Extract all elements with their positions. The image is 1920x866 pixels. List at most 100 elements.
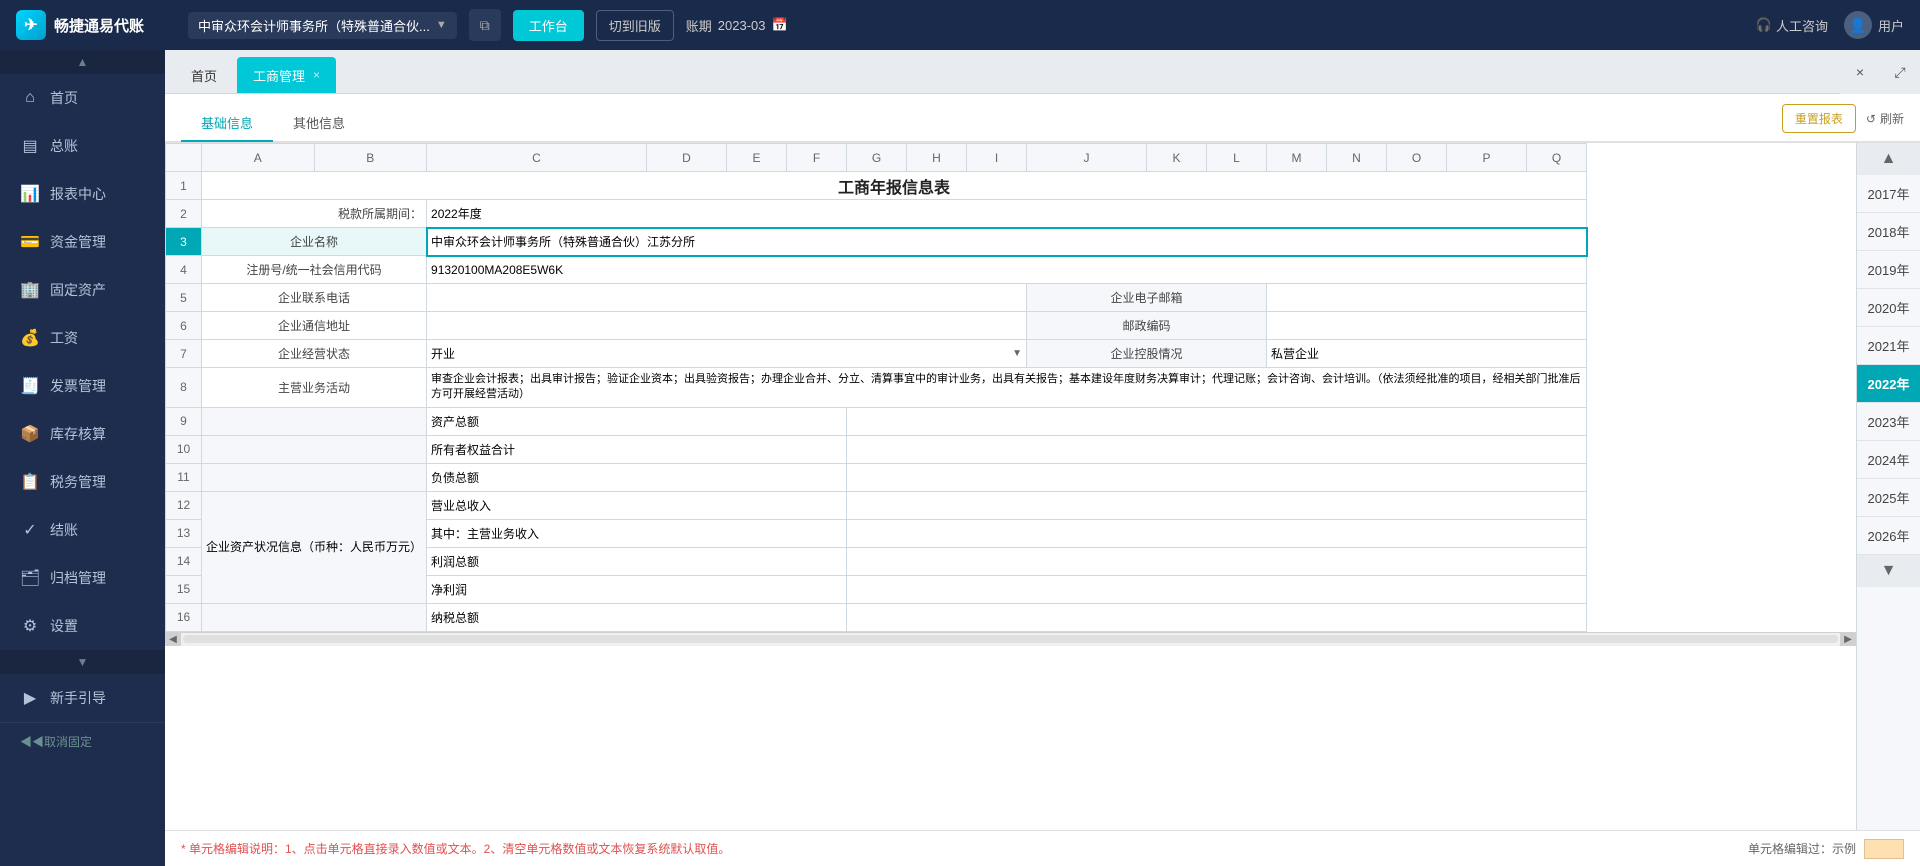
sidebar-item-fund[interactable]: 💳 资金管理 (0, 218, 165, 266)
sidebar-label-tax: 税务管理 (50, 472, 106, 492)
col-header-p: P (1447, 144, 1527, 172)
company-name: 中审众环会计师事务所（特殊普通合伙... (198, 16, 430, 35)
refresh-label: 刷新 (1880, 110, 1904, 127)
year-item-2018[interactable]: 2018年 (1857, 213, 1920, 251)
tab-close-icon[interactable]: × (313, 68, 320, 82)
sidebar-item-closing[interactable]: ✓ 结账 (0, 506, 165, 554)
pin-label: ◀◀取消固定 (20, 733, 92, 750)
sidebar-item-home[interactable]: ⌂ 首页 (0, 74, 165, 122)
sidebar-item-fixed[interactable]: 🏢 固定资产 (0, 266, 165, 314)
workbench-button[interactable]: 工作台 (513, 10, 584, 41)
sidebar-item-ledger[interactable]: ▤ 总账 (0, 122, 165, 170)
equity-value-cell[interactable] (847, 435, 1587, 463)
sidebar-scroll-up[interactable]: ▲ (0, 50, 165, 74)
sidebar-item-invoice[interactable]: 🧾 发票管理 (0, 362, 165, 410)
sidebar-scroll-down[interactable]: ▼ (0, 650, 165, 674)
total-profit-value-cell[interactable] (847, 547, 1587, 575)
year-nav-down[interactable]: ▼ (1857, 555, 1920, 587)
period-value-cell[interactable]: 2022年度 (427, 200, 1587, 228)
sidebar-item-report[interactable]: 📊 报表中心 (0, 170, 165, 218)
main-revenue-value-cell[interactable] (847, 519, 1587, 547)
sidebar-label-home: 首页 (50, 88, 78, 108)
asset-status-label-cell: 企业资产状况信息（币种：人民币万元） (202, 491, 427, 603)
postal-value-cell[interactable] (1267, 312, 1587, 340)
logo-icon: ✈ (16, 10, 46, 40)
row-num-8: 8 (166, 368, 202, 408)
table-row: 12 企业资产状况信息（币种：人民币万元） 营业总收入 (166, 491, 1587, 519)
example-label: 单元格编辑过：示例 (1748, 840, 1856, 857)
tab-other-info[interactable]: 其他信息 (273, 105, 365, 142)
sidebar-item-guide[interactable]: ▶ 新手引导 (0, 674, 165, 722)
company-name-value-cell[interactable]: 中审众环会计师事务所（特殊普通合伙）江苏分所 (427, 228, 1587, 256)
refresh-button[interactable]: ↺ 刷新 (1866, 110, 1904, 127)
holding-value-cell[interactable]: 私营企业 (1267, 340, 1587, 368)
year-item-2025[interactable]: 2025年 (1857, 479, 1920, 517)
total-profit-label-cell: 利润总额 (427, 547, 847, 575)
liabilities-group-label-cell (202, 463, 427, 491)
expand-window-button[interactable]: ⤢ (1880, 50, 1920, 94)
sidebar-pin-button[interactable]: ◀◀取消固定 (0, 722, 165, 760)
sidebar-item-inventory[interactable]: 📦 库存核算 (0, 410, 165, 458)
total-assets-value-cell[interactable] (847, 407, 1587, 435)
year-item-2023[interactable]: 2023年 (1857, 403, 1920, 441)
closing-icon: ✓ (20, 520, 40, 540)
year-item-2022[interactable]: 2022年 (1857, 365, 1920, 403)
column-header-row: A B C D E F G H I J K L (166, 144, 1587, 172)
sidebar-item-settings[interactable]: ⚙ 设置 (0, 602, 165, 650)
period-label: 账期 (686, 16, 712, 35)
col-header-j: J (1027, 144, 1147, 172)
year-item-2021[interactable]: 2021年 (1857, 327, 1920, 365)
sidebar-item-archive[interactable]: 🗂 归档管理 (0, 554, 165, 602)
year-item-2020[interactable]: 2020年 (1857, 289, 1920, 327)
email-value-cell[interactable] (1267, 284, 1587, 312)
guide-icon: ▶ (20, 688, 40, 708)
col-header-d: D (647, 144, 727, 172)
main-biz-value-cell[interactable]: 审查企业会计报表；出具审计报告；验证企业资本；出具验资报告；办理企业合并、分立、… (427, 368, 1587, 408)
sidebar-label-fixed: 固定资产 (50, 280, 106, 300)
tab-home[interactable]: 首页 (175, 57, 233, 93)
switch-version-button[interactable]: 切到旧版 (596, 10, 674, 41)
reg-no-value-cell[interactable]: 91320100MA208E5W6K (427, 256, 1587, 284)
company-dropdown-icon: ▼ (436, 19, 447, 31)
address-value-cell[interactable] (427, 312, 1027, 340)
reset-report-button[interactable]: 重置报表 (1782, 104, 1856, 133)
calendar-icon[interactable]: 📅 (772, 17, 788, 33)
headset-icon: 🎧 (1756, 17, 1772, 33)
revenue-total-value-cell[interactable] (847, 491, 1587, 519)
year-item-2026[interactable]: 2026年 (1857, 517, 1920, 555)
user-area[interactable]: 👤 用户 (1844, 11, 1904, 39)
fixed-icon: 🏢 (20, 280, 40, 300)
main-biz-label-cell: 主营业务活动 (202, 368, 427, 408)
copy-button[interactable]: ⧉ (469, 9, 501, 41)
email-label-cell: 企业电子邮箱 (1027, 284, 1267, 312)
row-num-9: 9 (166, 407, 202, 435)
net-profit-value-cell[interactable] (847, 575, 1587, 603)
h-scroll-track[interactable] (183, 635, 1838, 643)
phone-value-cell[interactable] (427, 284, 1027, 312)
consulting-button[interactable]: 🎧 人工咨询 (1756, 16, 1828, 35)
row-num-12: 12 (166, 491, 202, 519)
tab-basic-info[interactable]: 基础信息 (181, 105, 273, 142)
scroll-left-button[interactable]: ◀ (165, 632, 181, 646)
year-nav-up[interactable]: ▲ (1857, 143, 1920, 175)
year-item-2024[interactable]: 2024年 (1857, 441, 1920, 479)
tab-industrial[interactable]: 工商管理 × (237, 57, 336, 93)
table-row: 10 所有者权益合计 (166, 435, 1587, 463)
row-num-11: 11 (166, 463, 202, 491)
year-item-2019[interactable]: 2019年 (1857, 251, 1920, 289)
sidebar-item-wage[interactable]: 💰 工资 (0, 314, 165, 362)
period-label-cell: 税款所属期间： (202, 200, 427, 228)
biz-status-value-cell[interactable]: 开业 ▼ (427, 340, 1027, 368)
sidebar-item-tax[interactable]: 📋 税务管理 (0, 458, 165, 506)
close-window-button[interactable]: × (1840, 50, 1880, 94)
assets-group-label-cell (202, 407, 427, 435)
col-header-m: M (1267, 144, 1327, 172)
year-item-2017[interactable]: 2017年 (1857, 175, 1920, 213)
total-tax-value-cell[interactable] (847, 603, 1587, 631)
example-color-box (1864, 839, 1904, 859)
spreadsheet-container[interactable]: A B C D E F G H I J K L (165, 143, 1856, 830)
scroll-right-button[interactable]: ▶ (1840, 632, 1856, 646)
example-cell: 单元格编辑过：示例 (1748, 839, 1904, 859)
company-selector[interactable]: 中审众环会计师事务所（特殊普通合伙... ▼ (188, 12, 457, 39)
liabilities-value-cell[interactable] (847, 463, 1587, 491)
